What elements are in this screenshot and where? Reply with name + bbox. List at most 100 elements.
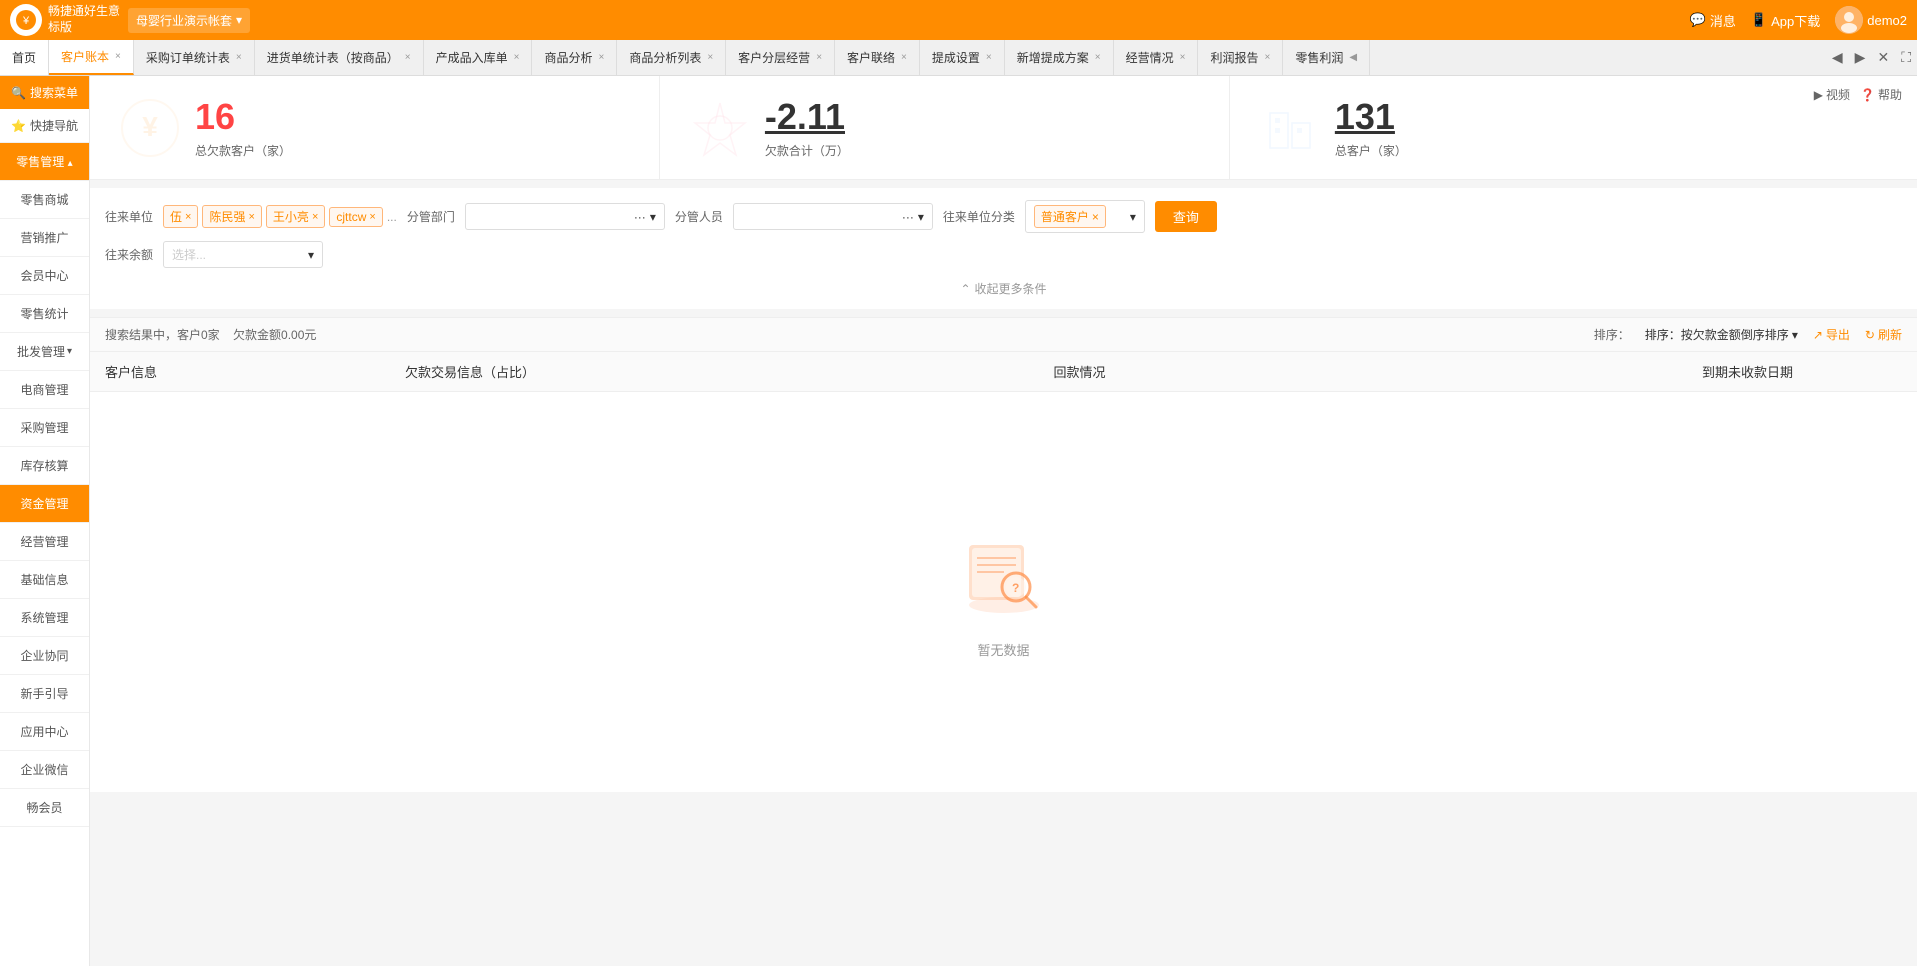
tab-retail-profit[interactable]: 零售利润 ◀ (1283, 40, 1370, 75)
sidebar-item-retail-management[interactable]: 零售管理 ▴ (0, 143, 89, 181)
help-link[interactable]: ❓ 帮助 (1860, 86, 1902, 103)
close-tab-icon[interactable]: × (598, 52, 604, 63)
close-tab-icon[interactable]: × (236, 52, 242, 63)
nav-maximize[interactable]: ⛶ (1895, 49, 1917, 66)
company-unit-label: 往来单位 (105, 208, 153, 225)
sidebar-item-basic-info[interactable]: 基础信息 (0, 561, 89, 599)
sidebar-item-enterprise-collab[interactable]: 企业协同 (0, 637, 89, 675)
svg-text:¥: ¥ (22, 15, 30, 27)
tab-product-analysis-list[interactable]: 商品分析列表 × (617, 40, 726, 75)
tab-product-analysis[interactable]: 商品分析 × (532, 40, 617, 75)
sidebar-quick-nav[interactable]: ⭐ 快捷导航 (0, 109, 89, 143)
chevron-up-icon: ⌃ (960, 282, 970, 296)
sort-select[interactable]: 排序：按欠款金额倒序排序 ▾ (1645, 326, 1798, 343)
stat-info-total: 131 总客户（家） (1335, 96, 1769, 159)
tab-purchase-order-stats[interactable]: 采购订单统计表 × (134, 40, 255, 75)
close-tab-icon[interactable]: × (405, 52, 411, 63)
stat-card-actions: ▶ 视频 ❓ 帮助 (1799, 76, 1917, 179)
table-body: ? 暂无数据 (90, 392, 1917, 792)
result-bar: 搜索结果中，客户0家 欠款金额0.00元 排序： 排序：按欠款金额倒序排序 ▾ … (90, 317, 1917, 352)
close-tab-icon[interactable]: × (514, 52, 520, 63)
collapse-button[interactable]: ⌃ 收起更多条件 (960, 280, 1046, 297)
company-selector[interactable]: 母婴行业演示帐套 ▾ (128, 8, 250, 33)
sidebar-item-inventory[interactable]: 库存核算 (0, 447, 89, 485)
sidebar-item-operations[interactable]: 经营管理 (0, 523, 89, 561)
sidebar-item-retail-stats[interactable]: 零售统计 (0, 295, 89, 333)
sidebar-item-finance[interactable]: 资金管理 (0, 485, 89, 523)
sidebar-item-ecommerce[interactable]: 电商管理 (0, 371, 89, 409)
close-tab-icon[interactable]: × (1095, 52, 1101, 63)
stat-card-debt: -2.11 欠款合计（万） (660, 76, 1230, 179)
close-tab-icon[interactable]: × (1264, 52, 1270, 63)
tab-home[interactable]: 首页 (0, 40, 49, 75)
query-button[interactable]: 查询 (1155, 201, 1217, 232)
sidebar-item-app-center[interactable]: 应用中心 (0, 713, 89, 751)
sidebar-item-retail-mall[interactable]: 零售商城 (0, 181, 89, 219)
main-layout: 🔍 搜索菜单 ⭐ 快捷导航 零售管理 ▴ 零售商城 营销推广 会员中心 零售统计… (0, 76, 1917, 966)
close-tab-icon[interactable]: × (1180, 52, 1186, 63)
stat-value-total: 131 (1335, 96, 1769, 138)
sidebar-item-enterprise-wechat[interactable]: 企业微信 (0, 751, 89, 789)
video-link[interactable]: ▶ 视频 (1814, 86, 1850, 103)
tab-add-commission[interactable]: 新增提成方案 × (1005, 40, 1114, 75)
col-header-due-date: 到期未收款日期 (1702, 362, 1902, 381)
remove-tag-wang[interactable]: × (312, 211, 318, 223)
tab-customer-ledger[interactable]: 客户账本 × (49, 40, 134, 75)
stat-label-debt: 欠款合计（万） (765, 142, 1199, 159)
logo-text: 畅捷通好生意 标版 (48, 4, 120, 35)
sidebar-item-member[interactable]: 畅会员 (0, 789, 89, 827)
nav-right-arrow[interactable]: ▶ (1849, 49, 1872, 66)
tab-business-situation[interactable]: 经营情况 × (1114, 40, 1199, 75)
more-tags[interactable]: ... (387, 210, 397, 224)
sidebar-item-system[interactable]: 系统管理 (0, 599, 89, 637)
filter-tags: 伍 × 陈民强 × 王小亮 × cjttcw × ... (163, 205, 397, 228)
tab-product-storage[interactable]: 产成品入库单 × (424, 40, 533, 75)
close-tab-icon[interactable]: × (901, 52, 907, 63)
sort-label: 排序： (1594, 326, 1630, 343)
close-tab-icon[interactable]: × (707, 52, 713, 63)
empty-illustration: ? (944, 525, 1064, 625)
unit-category-label: 往来单位分类 (943, 208, 1015, 225)
sidebar-item-purchase[interactable]: 采购管理 (0, 409, 89, 447)
bookmark-icon: ⭐ (11, 119, 26, 133)
app-download-btn[interactable]: 📱 App下载 (1751, 11, 1820, 30)
content-area: ¥ 16 总欠款客户（家） -2.11 (90, 76, 1917, 966)
unit-category-select[interactable]: 普通客户 × ▾ (1025, 200, 1145, 233)
division-dept-select[interactable]: ··· ▾ (465, 203, 665, 230)
tab-commission-settings[interactable]: 提成设置 × (920, 40, 1005, 75)
remove-tag-chen[interactable]: × (248, 211, 254, 223)
chevron-down-icon: ▾ (1792, 328, 1798, 342)
remove-category-tag[interactable]: × (1092, 210, 1099, 224)
export-icon: ↗ (1813, 328, 1823, 342)
division-dept-label: 分管部门 (407, 208, 455, 225)
close-tab-icon[interactable]: × (115, 51, 121, 62)
sidebar-item-wholesale[interactable]: 批发管理 ▾ (0, 333, 89, 371)
result-summary: 搜索结果中，客户0家 欠款金额0.00元 (105, 326, 316, 343)
export-button[interactable]: ↗ 导出 (1813, 326, 1850, 343)
user-menu[interactable]: demo2 (1835, 6, 1907, 34)
remaining-select[interactable]: 选择... ▾ (163, 241, 323, 268)
close-tab-icon[interactable]: × (986, 52, 992, 63)
tab-customer-segment[interactable]: 客户分层经营 × (726, 40, 835, 75)
help-icon: ❓ (1860, 88, 1875, 102)
sidebar-item-marketing[interactable]: 营销推广 (0, 219, 89, 257)
nav-close-all[interactable]: ✕ (1871, 49, 1895, 66)
sidebar-item-new-guide[interactable]: 新手引导 (0, 675, 89, 713)
tab-profit-report[interactable]: 利润报告 × (1198, 40, 1283, 75)
tab-purchase-stats-by-product[interactable]: 进货单统计表（按商品） × (255, 40, 424, 75)
filter-tag-cjttcw: cjttcw × (329, 207, 382, 227)
division-person-select[interactable]: ··· ▾ (733, 203, 933, 230)
tab-customer-contact[interactable]: 客户联络 × (835, 40, 920, 75)
message-btn[interactable]: 💬 消息 (1690, 11, 1736, 30)
remove-tag-cjttcw[interactable]: × (369, 211, 375, 223)
nav-left-arrow[interactable]: ◀ (1826, 49, 1849, 66)
nav-tabs-end: ◀ ▶ ✕ ⛶ (1826, 40, 1917, 75)
close-tab-icon[interactable]: ◀ (1349, 52, 1357, 63)
sidebar-item-member-center[interactable]: 会员中心 (0, 257, 89, 295)
remove-tag-wu[interactable]: × (185, 211, 191, 223)
filter-tag-chen: 陈民强 × (202, 205, 261, 228)
sidebar: 🔍 搜索菜单 ⭐ 快捷导航 零售管理 ▴ 零售商城 营销推广 会员中心 零售统计… (0, 76, 90, 966)
sidebar-search[interactable]: 🔍 搜索菜单 (0, 76, 89, 109)
close-tab-icon[interactable]: × (816, 52, 822, 63)
refresh-button[interactable]: ↻ 刷新 (1865, 326, 1902, 343)
